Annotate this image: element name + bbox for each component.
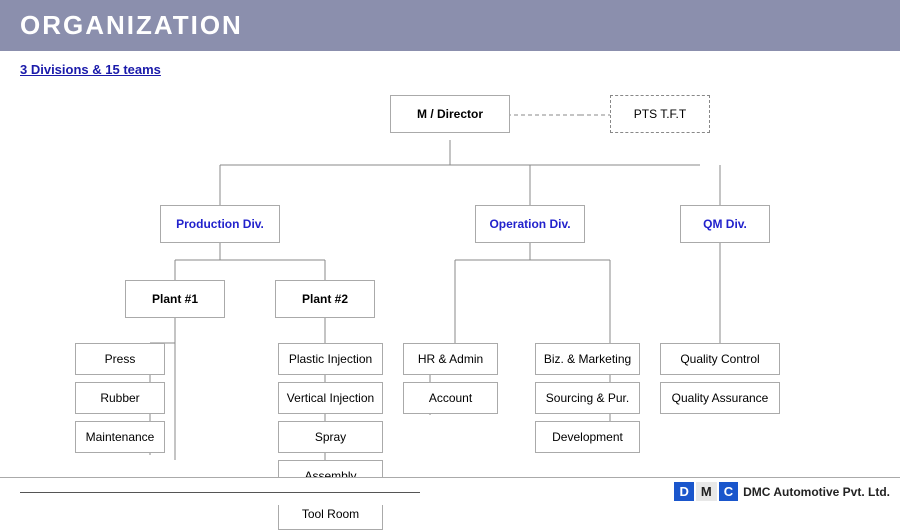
development-box: Development bbox=[535, 421, 640, 453]
company-name: DMC Automotive Pvt. Ltd. bbox=[743, 485, 890, 499]
dmc-logo: D M C DMC Automotive Pvt. Ltd. bbox=[674, 482, 890, 501]
plant1-box: Plant #1 bbox=[125, 280, 225, 318]
rubber-box: Rubber bbox=[75, 382, 165, 414]
hr-admin-box: HR & Admin bbox=[403, 343, 498, 375]
vertical-injection-box: Vertical Injection bbox=[278, 382, 383, 414]
dmc-boxes: D M C bbox=[674, 482, 738, 501]
org-chart: M / Director PTS T.F.T Production Div. O… bbox=[20, 85, 880, 515]
footer: D M C DMC Automotive Pvt. Ltd. bbox=[0, 477, 900, 505]
divisions-label[interactable]: 3 Divisions & 15 teams bbox=[20, 62, 161, 77]
dmc-c: C bbox=[719, 482, 738, 501]
account-box: Account bbox=[403, 382, 498, 414]
dmc-m: M bbox=[696, 482, 717, 501]
operation-div-box: Operation Div. bbox=[475, 205, 585, 243]
dmc-d: D bbox=[674, 482, 693, 501]
production-div-box: Production Div. bbox=[160, 205, 280, 243]
sourcing-box: Sourcing & Pur. bbox=[535, 382, 640, 414]
pts-box: PTS T.F.T bbox=[610, 95, 710, 133]
header: ORGANIZATION bbox=[0, 0, 900, 51]
quality-assurance-box: Quality Assurance bbox=[660, 382, 780, 414]
director-box: M / Director bbox=[390, 95, 510, 133]
footer-line bbox=[20, 492, 420, 493]
biz-marketing-box: Biz. & Marketing bbox=[535, 343, 640, 375]
main-content: 3 Divisions & 15 teams bbox=[0, 51, 900, 525]
maintenance-box: Maintenance bbox=[75, 421, 165, 453]
spray-box: Spray bbox=[278, 421, 383, 453]
plastic-injection-box: Plastic Injection bbox=[278, 343, 383, 375]
quality-control-box: Quality Control bbox=[660, 343, 780, 375]
plant2-box: Plant #2 bbox=[275, 280, 375, 318]
press-box: Press bbox=[75, 343, 165, 375]
qm-div-box: QM Div. bbox=[680, 205, 770, 243]
header-title: ORGANIZATION bbox=[20, 10, 243, 40]
